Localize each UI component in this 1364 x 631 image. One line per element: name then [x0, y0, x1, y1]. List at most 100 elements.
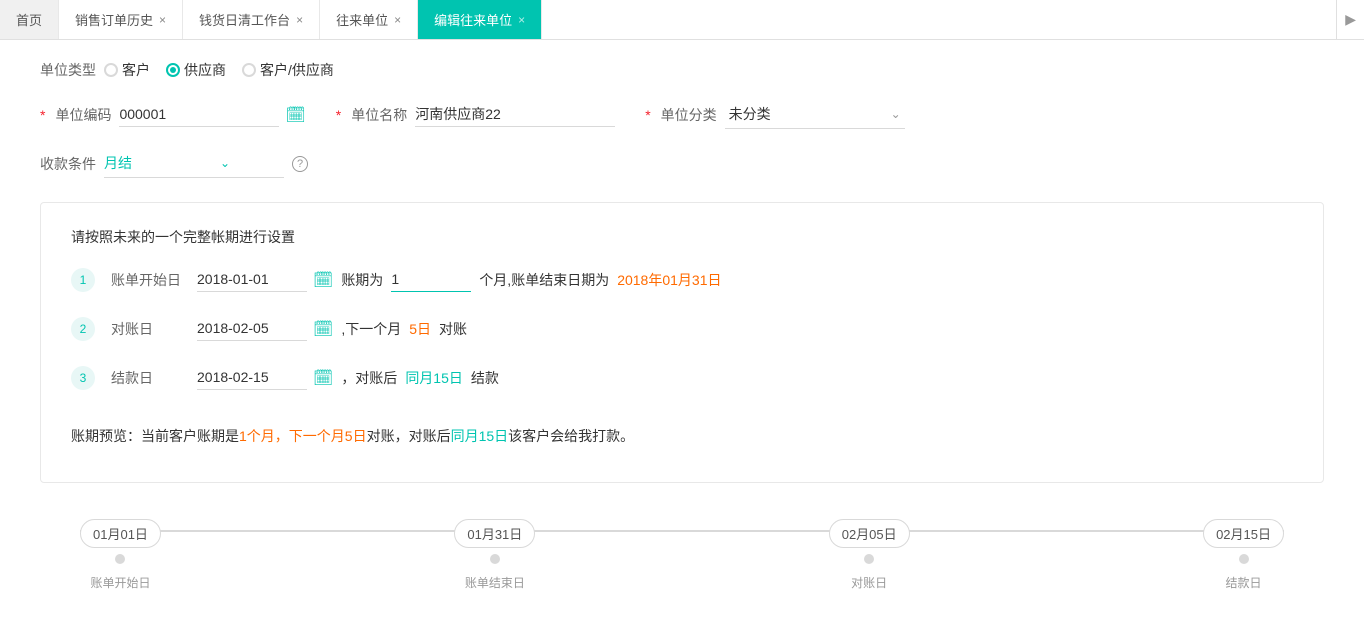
- step-2-calendar[interactable]: 🗓: [313, 319, 333, 339]
- preview-label: 账期预览：当前客户账期是: [71, 428, 239, 444]
- step-2-label: 对账日: [111, 319, 181, 339]
- unit-code-group: * 单位编码 🗓: [40, 102, 306, 127]
- radio-supplier[interactable]: 供应商: [166, 60, 226, 80]
- step-3-row: 3 结款日 🗓 ，对账后 同月15日 结款: [71, 365, 1293, 390]
- radio-customer[interactable]: 客户: [104, 60, 150, 80]
- preview-reconcile: 下一个月5日: [289, 428, 367, 444]
- step-1-row: 1 账单开始日 🗓 账期为 个月,账单结束日期为 2018年01月31日: [71, 267, 1293, 292]
- step-1-date-wrap: 🗓: [197, 267, 333, 292]
- preview-text: 账期预览：当前客户账期是1个月，下一个月5日对账，对账后同月15日该客户会给我打…: [71, 414, 1293, 458]
- step-2-highlight: 5日: [409, 319, 431, 339]
- payment-terms-label: 收款条件: [40, 154, 96, 174]
- step-3-highlight: 同月15日: [405, 368, 463, 388]
- payment-terms-select[interactable]: 月结 ⌄: [104, 149, 284, 178]
- unit-name-label: 单位名称: [351, 105, 407, 125]
- step-2-row: 2 对账日 🗓 ,下一个月5日 对账: [71, 316, 1293, 341]
- tab-home[interactable]: 首页: [0, 0, 59, 39]
- unit-code-required: *: [40, 107, 45, 123]
- timeline-node-4-label: 结款日: [1226, 574, 1262, 591]
- radio-both-label: 客户/供应商: [260, 60, 334, 80]
- tab-sales-label: 销售订单历史: [75, 10, 153, 29]
- unit-code-icon[interactable]: 🗓: [285, 105, 305, 125]
- timeline-node-3-date: 02月05日: [829, 519, 910, 548]
- settings-card: 请按照未来的一个完整帐期进行设置 1 账单开始日 🗓 账期为 个月,账单结束日期…: [40, 202, 1324, 483]
- tab-edit-close[interactable]: ×: [518, 13, 525, 27]
- step-1-prefix: 账期为: [341, 270, 383, 290]
- step-2-prefix: ,下一个月: [341, 319, 401, 339]
- timeline-node-2: 01月31日 账单结束日: [454, 519, 535, 591]
- timeline-node-1-date: 01月01日: [80, 519, 161, 548]
- tab-sales-history[interactable]: 销售订单历史 ×: [59, 0, 183, 39]
- step-3-prefix: ，对账后: [341, 368, 397, 388]
- tab-sales-close[interactable]: ×: [159, 13, 166, 27]
- step-2-date-wrap: 🗓: [197, 316, 333, 341]
- tab-cash-close[interactable]: ×: [296, 13, 303, 27]
- step-2-date-input[interactable]: [197, 316, 307, 341]
- unit-code-label: 单位编码: [55, 105, 111, 125]
- step-1-num: 1: [71, 268, 95, 292]
- preview-period: 1个月，: [239, 428, 289, 444]
- tab-home-label: 首页: [16, 10, 42, 29]
- tab-edit-label: 编辑往来单位: [434, 10, 512, 29]
- timeline-node-1-label: 账单开始日: [90, 574, 150, 591]
- tab-bar: 首页 销售订单历史 × 钱货日清工作台 × 往来单位 × 编辑往来单位 × ▶: [0, 0, 1364, 40]
- radio-both[interactable]: 客户/供应商: [242, 60, 334, 80]
- unit-name-group: * 单位名称: [336, 102, 615, 127]
- timeline-node-4-dot: [1239, 554, 1249, 564]
- timeline-node-4: 02月15日 结款日: [1203, 519, 1284, 591]
- step-2-suffix: 对账: [439, 319, 467, 339]
- step-1-label: 账单开始日: [111, 270, 181, 290]
- preview-payment: 同月15日: [451, 428, 509, 444]
- timeline: 01月01日 账单开始日 01月31日 账单结束日 02月05日 对账日 02月…: [40, 499, 1324, 611]
- tab-arrow[interactable]: ▶: [1336, 0, 1364, 39]
- main-content: 单位类型 客户 供应商 客户/供应商 * 单位编码: [0, 40, 1364, 631]
- unit-info-row: * 单位编码 🗓 * 单位名称 * 单位分类 未分类 ⌄: [40, 100, 1324, 129]
- step-2-content: 🗓 ,下一个月 5日 对账: [197, 316, 467, 341]
- unit-category-value: 未分类: [729, 104, 771, 124]
- step-3-calendar[interactable]: 🗓: [313, 368, 333, 388]
- tab-cash-work[interactable]: 钱货日清工作台 ×: [183, 0, 320, 39]
- unit-category-arrow: ⌄: [891, 107, 901, 121]
- step-3-num: 3: [71, 366, 95, 390]
- card-instruction: 请按照未来的一个完整帐期进行设置: [71, 227, 1293, 247]
- unit-category-group: * 单位分类 未分类 ⌄: [645, 100, 904, 129]
- unit-code-input[interactable]: [119, 102, 279, 127]
- payment-terms-group: 收款条件 月结 ⌄ ?: [40, 149, 308, 178]
- unit-category-label: 单位分类: [661, 105, 717, 125]
- timeline-node-2-label: 账单结束日: [465, 574, 525, 591]
- step-1-period-input[interactable]: [391, 267, 471, 292]
- step-3-date-wrap: 🗓: [197, 365, 333, 390]
- timeline-nodes: 01月01日 账单开始日 01月31日 账单结束日 02月05日 对账日 02月…: [80, 519, 1284, 591]
- timeline-node-1: 01月01日 账单开始日: [80, 519, 161, 591]
- timeline-node-3: 02月05日 对账日: [829, 519, 910, 591]
- radio-customer-label: 客户: [122, 60, 150, 80]
- help-icon[interactable]: ?: [292, 156, 308, 172]
- unit-type-group: 单位类型 客户 供应商 客户/供应商: [40, 60, 334, 80]
- timeline-node-3-label: 对账日: [851, 574, 887, 591]
- timeline-node-4-date: 02月15日: [1203, 519, 1284, 548]
- unit-name-required: *: [336, 107, 341, 123]
- tab-edit-partner[interactable]: 编辑往来单位 ×: [418, 0, 542, 39]
- payment-terms-arrow: ⌄: [220, 156, 230, 170]
- step-1-calendar[interactable]: 🗓: [313, 270, 333, 290]
- unit-code-input-wrap: 🗓: [119, 102, 305, 127]
- tab-partners[interactable]: 往来单位 ×: [320, 0, 418, 39]
- radio-both-circle: [242, 63, 256, 77]
- unit-name-input[interactable]: [415, 102, 615, 127]
- step-3-content: 🗓 ，对账后 同月15日 结款: [197, 365, 499, 390]
- unit-category-required: *: [645, 107, 650, 123]
- unit-type-label: 单位类型: [40, 60, 96, 80]
- radio-group: 客户 供应商 客户/供应商: [104, 60, 334, 80]
- radio-supplier-label: 供应商: [184, 60, 226, 80]
- tab-partners-close[interactable]: ×: [394, 13, 401, 27]
- step-3-suffix: 结款: [471, 368, 499, 388]
- step-1-date-input[interactable]: [197, 267, 307, 292]
- step-1-content: 🗓 账期为 个月,账单结束日期为 2018年01月31日: [197, 267, 722, 292]
- tab-cash-label: 钱货日清工作台: [199, 10, 290, 29]
- timeline-node-1-dot: [115, 554, 125, 564]
- step-3-date-input[interactable]: [197, 365, 307, 390]
- timeline-node-3-dot: [864, 554, 874, 564]
- unit-category-select[interactable]: 未分类 ⌄: [725, 100, 905, 129]
- preview-mid: 对账，对账后: [367, 428, 451, 444]
- tab-partners-label: 往来单位: [336, 10, 388, 29]
